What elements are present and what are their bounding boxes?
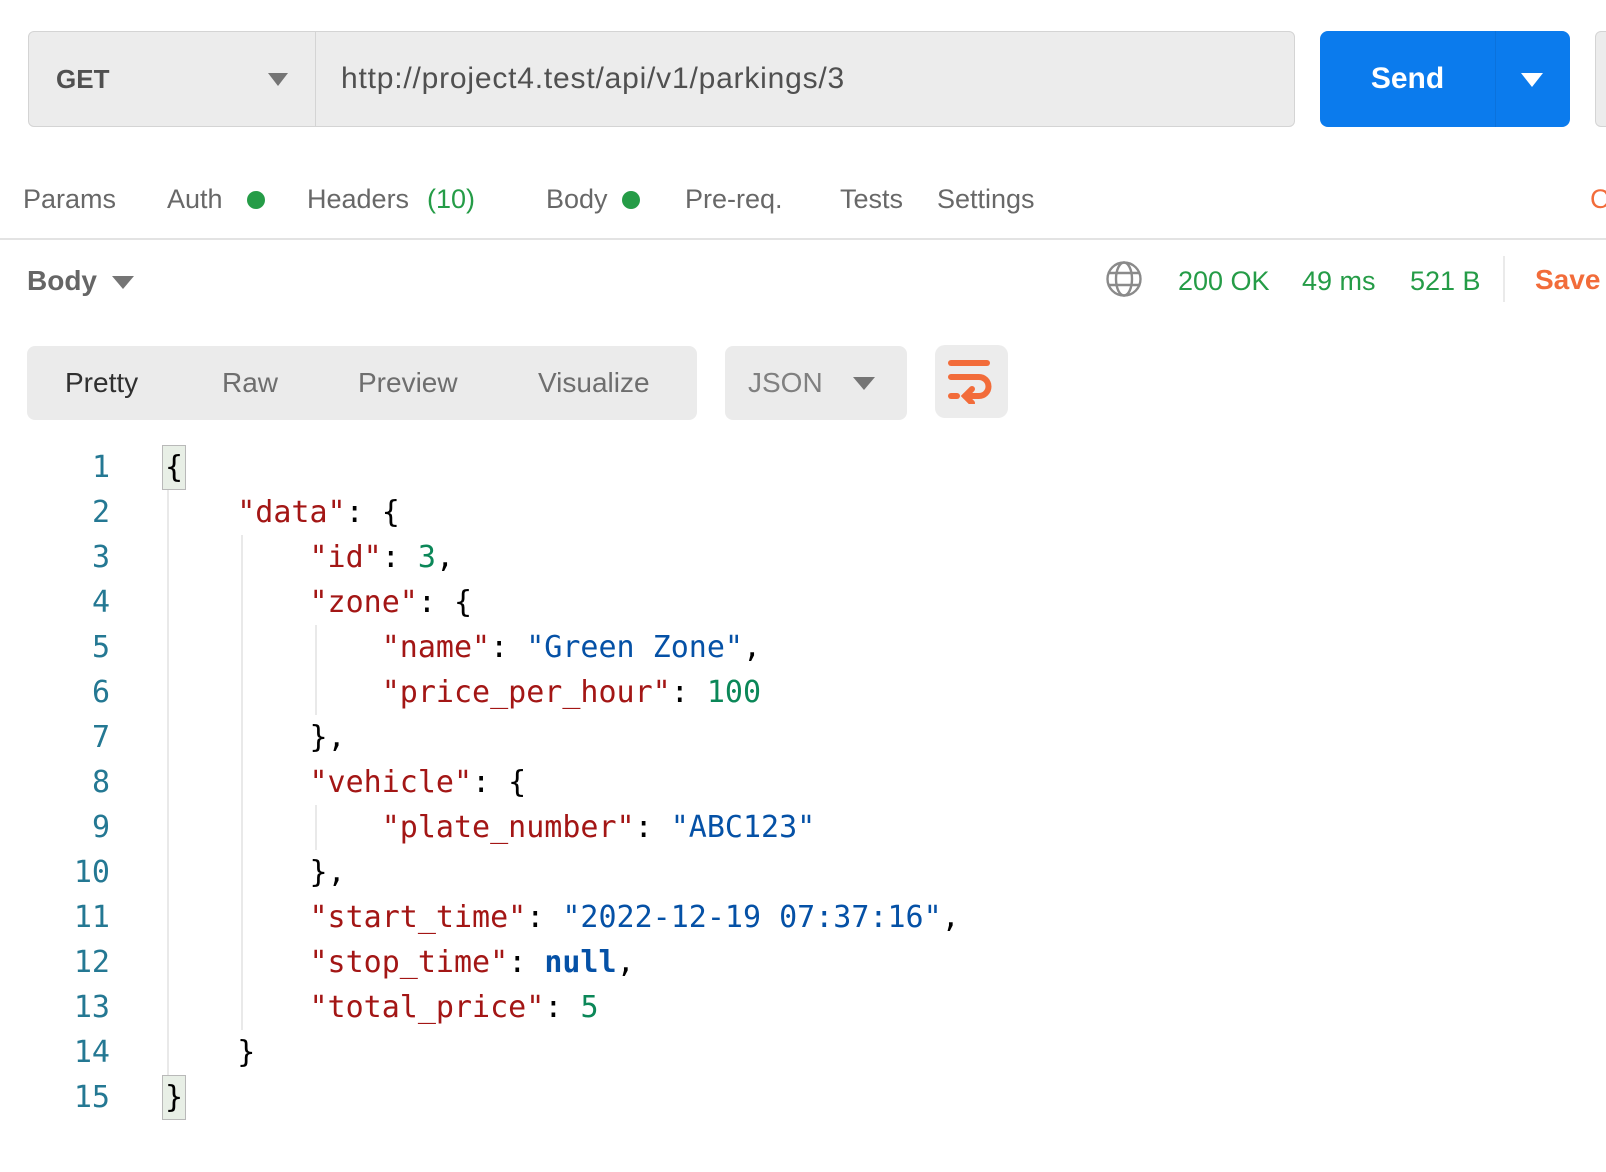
save-response-button[interactable]: Save	[1535, 263, 1600, 297]
send-button[interactable]: Send	[1320, 31, 1570, 127]
postman-app: GET http://project4.test/api/v1/parkings…	[0, 0, 1606, 1172]
tabs-separator	[0, 238, 1606, 240]
code-text: "vehicle": {	[110, 760, 526, 805]
tab-body[interactable]: Body	[546, 182, 608, 216]
response-time[interactable]: 49 ms	[1302, 264, 1376, 298]
line-number: 8	[0, 760, 110, 805]
tab-params[interactable]: Params	[23, 182, 116, 216]
code-text: "name": "Green Zone",	[110, 625, 761, 670]
code-text: }	[110, 1030, 255, 1075]
response-body-dropdown[interactable]: Body	[27, 264, 97, 298]
view-tab-visualize[interactable]: Visualize	[538, 346, 650, 420]
code-text: "stop_time": null,	[110, 940, 635, 985]
code-line-14: 14 }	[0, 1030, 1606, 1075]
indent-guide	[315, 805, 317, 850]
code-text: },	[110, 715, 346, 760]
format-caret-icon	[853, 377, 875, 390]
code-text: {	[110, 445, 185, 490]
indent-guide	[315, 625, 317, 715]
wrap-text-icon	[947, 359, 996, 404]
url-input[interactable]: http://project4.test/api/v1/parkings/3	[341, 32, 845, 126]
indent-guide	[241, 535, 243, 1030]
response-body-caret-icon[interactable]	[112, 276, 134, 289]
method-select[interactable]: GET	[29, 32, 316, 126]
line-number: 2	[0, 490, 110, 535]
format-select[interactable]: JSON	[725, 346, 907, 420]
url-bar: GET http://project4.test/api/v1/parkings…	[28, 31, 1295, 127]
tab-headers[interactable]: Headers	[307, 182, 409, 216]
send-caret-icon[interactable]	[1521, 73, 1543, 87]
code-line-1: 1{	[0, 445, 1606, 490]
line-number: 6	[0, 670, 110, 715]
response-status[interactable]: 200 OK	[1178, 264, 1270, 298]
response-divider	[1503, 256, 1505, 302]
method-caret-icon	[268, 73, 288, 86]
line-number: 11	[0, 895, 110, 940]
wrap-text-button[interactable]	[935, 345, 1008, 418]
line-number: 7	[0, 715, 110, 760]
view-tab-preview[interactable]: Preview	[358, 346, 458, 420]
line-number: 10	[0, 850, 110, 895]
code-text: "total_price": 5	[110, 985, 599, 1030]
line-number: 4	[0, 580, 110, 625]
view-tab-pretty[interactable]: Pretty	[65, 346, 138, 420]
auth-active-dot	[247, 191, 265, 209]
format-label: JSON	[748, 346, 823, 420]
code-text: "plate_number": "ABC123"	[110, 805, 815, 850]
tab-tests[interactable]: Tests	[840, 182, 903, 216]
code-text: "start_time": "2022-12-19 07:37:16",	[110, 895, 960, 940]
send-label: Send	[1320, 31, 1495, 127]
headers-count: (10)	[427, 182, 475, 216]
save-request-button-clipped[interactable]	[1595, 31, 1606, 127]
body-active-dot	[622, 191, 640, 209]
code-text: "data": {	[110, 490, 400, 535]
code-text: "price_per_hour": 100	[110, 670, 761, 715]
code-text: "id": 3,	[110, 535, 454, 580]
cookies-link-clipped[interactable]: Cookies	[1590, 182, 1606, 216]
code-text: },	[110, 850, 346, 895]
view-tab-raw[interactable]: Raw	[222, 346, 278, 420]
line-number: 1	[0, 445, 110, 490]
tab-settings[interactable]: Settings	[937, 182, 1035, 216]
line-number: 9	[0, 805, 110, 850]
code-text: }	[110, 1075, 185, 1120]
tab-auth[interactable]: Auth	[167, 182, 223, 216]
request-tabs: Params Auth Headers (10) Body Pre-req. T…	[0, 182, 1606, 216]
line-number: 13	[0, 985, 110, 1030]
line-number: 14	[0, 1030, 110, 1075]
globe-icon[interactable]	[1105, 260, 1143, 298]
tab-pre-req[interactable]: Pre-req.	[685, 182, 783, 216]
line-number: 5	[0, 625, 110, 670]
method-label: GET	[56, 32, 109, 126]
indent-guide	[167, 490, 169, 1075]
line-number: 15	[0, 1075, 110, 1120]
response-view-tabs: Pretty Raw Preview Visualize	[27, 346, 697, 420]
line-number: 3	[0, 535, 110, 580]
send-divider	[1495, 31, 1496, 127]
line-number: 12	[0, 940, 110, 985]
code-line-15: 15}	[0, 1075, 1606, 1120]
code-line-2: 2 "data": {	[0, 490, 1606, 535]
response-size[interactable]: 521 B	[1410, 264, 1481, 298]
code-text: "zone": {	[110, 580, 472, 625]
